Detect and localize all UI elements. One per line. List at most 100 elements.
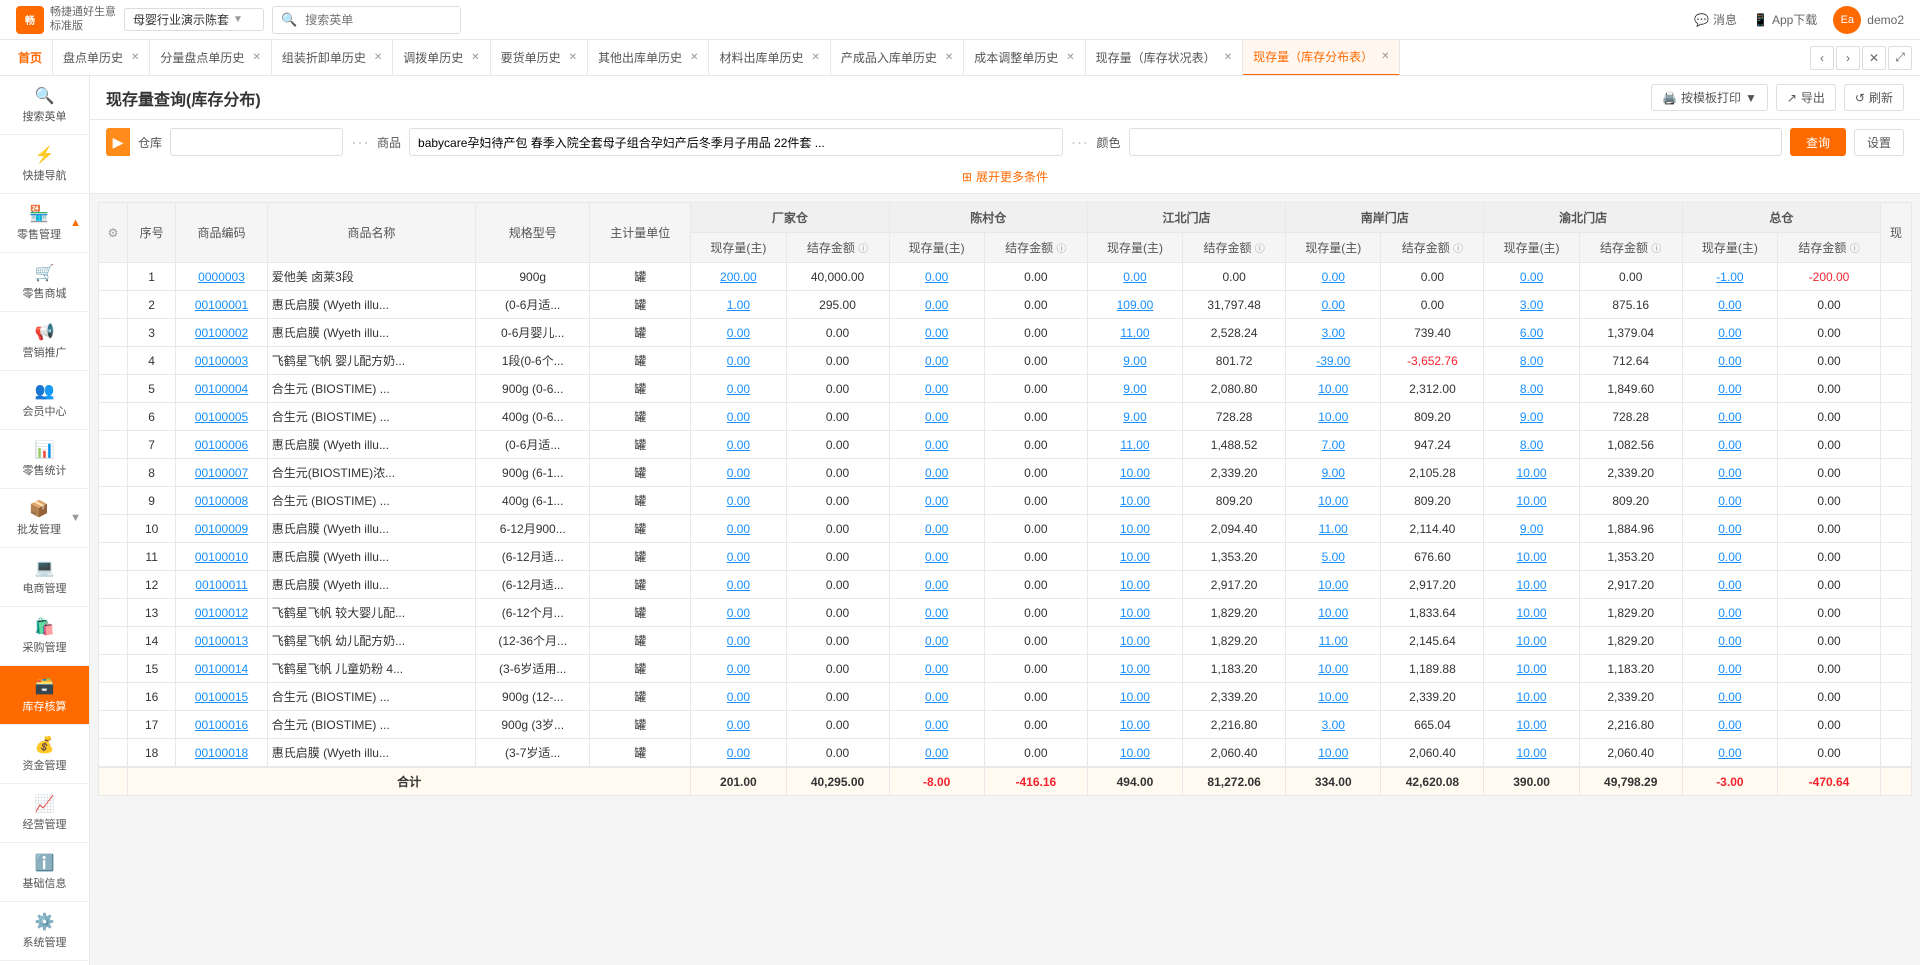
sidebar-item-basic-info[interactable]: ℹ️ 基础信息 — [0, 843, 89, 902]
nav-next-arrow[interactable]: › — [1836, 46, 1860, 70]
ops-icon: 📈 — [4, 794, 85, 814]
gear-icon[interactable]: ⚙ — [108, 226, 119, 240]
export-button[interactable]: ↗ 导出 — [1776, 84, 1836, 111]
refresh-icon: ↺ — [1855, 91, 1865, 105]
close-icon[interactable]: ✕ — [945, 52, 953, 63]
row-total-amt: 0.00 — [1777, 571, 1880, 599]
print-button[interactable]: 🖨️ 按模板打印 ▼ — [1651, 84, 1768, 111]
collapse-button[interactable]: ▶ — [106, 128, 130, 156]
industry-selector[interactable]: 母婴行业演示陈套 ▼ — [124, 8, 264, 31]
nav-close-arrow[interactable]: ✕ — [1862, 46, 1886, 70]
row-unit: 罐 — [590, 319, 691, 347]
tab-现存量库存分布表[interactable]: 现存量（库存分布表） ✕ — [1243, 40, 1400, 76]
row-na-amt: 2,339.20 — [1381, 683, 1484, 711]
sidebar-item-inventory[interactable]: 🗃️ 库存核算 — [0, 666, 89, 725]
tab-组装折卸单历史[interactable]: 组装折卸单历史 ✕ — [272, 40, 393, 76]
row-yb-qty: 6.00 — [1484, 319, 1579, 347]
query-button[interactable]: 查询 — [1790, 128, 1846, 156]
info-icon[interactable]: ⓘ — [1057, 244, 1067, 255]
info-icon[interactable]: ⓘ — [1850, 244, 1860, 255]
sidebar-item-system[interactable]: ⚙️ 系统管理 — [0, 902, 89, 961]
row-spec: (6-12月适... — [476, 571, 590, 599]
row-no: 13 — [127, 599, 175, 627]
sidebar-item-wholesale[interactable]: 📦 批发管理 ▼ — [0, 489, 89, 548]
app-download-icon: 📱 — [1753, 13, 1768, 27]
sidebar-item-ecommerce[interactable]: 💻 电商管理 — [0, 548, 89, 607]
close-icon[interactable]: ✕ — [569, 52, 577, 63]
refresh-button[interactable]: ↺ 刷新 — [1844, 84, 1904, 111]
row-spec: (0-6月适... — [476, 291, 590, 319]
tab-要货单历史[interactable]: 要货单历史 ✕ — [491, 40, 588, 76]
col-gear[interactable]: ⚙ — [99, 203, 128, 263]
row-total-amt: 0.00 — [1777, 459, 1880, 487]
close-icon[interactable]: ✕ — [1381, 51, 1389, 62]
sidebar-item-retail[interactable]: 🏪 零售管理 ▲ — [0, 194, 89, 253]
sidebar-item-mall[interactable]: 🛒 零售商城 — [0, 253, 89, 312]
sidebar-item-search[interactable]: 🔍 搜索英单 — [0, 76, 89, 135]
row-name: 飞鹤星飞帆 儿童奶粉 4... — [267, 655, 476, 683]
goods-input[interactable] — [409, 128, 1062, 156]
row-jb-qty: 10.00 — [1087, 459, 1182, 487]
close-icon[interactable]: ✕ — [1224, 52, 1232, 63]
sidebar-item-ops[interactable]: 📈 经营管理 — [0, 784, 89, 843]
row-no: 12 — [127, 571, 175, 599]
sidebar-item-purchase[interactable]: 🛍️ 采购管理 — [0, 607, 89, 666]
row-current — [1881, 739, 1912, 768]
col-total-amt: 结存金额 ⓘ — [1777, 233, 1880, 263]
sidebar-item-marketing[interactable]: 📢 营销推广 — [0, 312, 89, 371]
sidebar-item-collab[interactable]: 🤝 企业协同 — [0, 961, 89, 965]
message-link[interactable]: 💬 消息 — [1694, 11, 1737, 28]
tab-现存量库存状况表[interactable]: 现存量（库存状况表） ✕ — [1086, 40, 1243, 76]
warehouse-input[interactable] — [170, 128, 343, 156]
row-code: 00100010 — [176, 543, 267, 571]
info-icon[interactable]: ⓘ — [1255, 244, 1265, 255]
sidebar-item-member[interactable]: 👥 会员中心 — [0, 371, 89, 430]
row-no: 10 — [127, 515, 175, 543]
footer-fc-amt: 40,295.00 — [786, 767, 889, 796]
row-name: 爱他美 卤莱3段 — [267, 263, 476, 291]
row-name: 惠氏启膜 (Wyeth illu... — [267, 319, 476, 347]
info-icon[interactable]: ⓘ — [1453, 244, 1463, 255]
expand-conditions[interactable]: ⊞ 展开更多条件 — [106, 164, 1904, 185]
info-icon[interactable]: ⓘ — [858, 244, 868, 255]
color-input[interactable] — [1129, 128, 1782, 156]
close-icon[interactable]: ✕ — [252, 52, 260, 63]
tab-调拨单历史[interactable]: 调拨单历史 ✕ — [393, 40, 490, 76]
user-profile[interactable]: Ea demo2 — [1833, 6, 1904, 34]
close-icon[interactable]: ✕ — [811, 52, 819, 63]
close-icon[interactable]: ✕ — [131, 52, 139, 63]
logo-icon: 畅 — [16, 6, 44, 34]
nav-prev-arrow[interactable]: ‹ — [1810, 46, 1834, 70]
tab-材料出库单历史[interactable]: 材料出库单历史 ✕ — [709, 40, 830, 76]
close-icon[interactable]: ✕ — [471, 52, 479, 63]
tab-盘点单历史[interactable]: 盘点单历史 ✕ — [53, 40, 150, 76]
table-container[interactable]: ⚙ 序号 商品编码 商品名称 规格型号 主计量单位 厂家仓 陈村仓 江北门店 南… — [90, 194, 1920, 965]
row-total-amt: 0.00 — [1777, 543, 1880, 571]
row-name: 合生元(BIOSTIME)浓... — [267, 459, 476, 487]
search-bar: 🔍 — [272, 6, 461, 34]
setting-button[interactable]: 设置 — [1854, 129, 1904, 156]
sidebar-item-retail-stats[interactable]: 📊 零售统计 — [0, 430, 89, 489]
row-fc-qty: 1.00 — [691, 291, 786, 319]
nav-expand-arrow[interactable]: ⤢ — [1888, 46, 1912, 70]
tab-分量盘点单历史[interactable]: 分量盘点单历史 ✕ — [150, 40, 271, 76]
search-input[interactable] — [305, 7, 460, 33]
tab-成本调整单历史[interactable]: 成本调整单历史 ✕ — [964, 40, 1085, 76]
row-no: 15 — [127, 655, 175, 683]
row-fc-qty: 0.00 — [691, 319, 786, 347]
tab-home[interactable]: 首页 — [8, 40, 53, 76]
tab-产成品入库单历史[interactable]: 产成品入库单历史 ✕ — [831, 40, 964, 76]
close-icon[interactable]: ✕ — [1066, 52, 1074, 63]
info-icon[interactable]: ⓘ — [1651, 244, 1661, 255]
app-download-link[interactable]: 📱 App下载 — [1753, 11, 1817, 28]
row-total-amt: 0.00 — [1777, 515, 1880, 543]
col-group-factory: 厂家仓 — [691, 203, 889, 233]
close-icon[interactable]: ✕ — [374, 52, 382, 63]
row-spec: 900g (6-1... — [476, 459, 590, 487]
close-icon[interactable]: ✕ — [690, 52, 698, 63]
table-row: 12 00100011 惠氏启膜 (Wyeth illu... (6-12月适.… — [99, 571, 1912, 599]
sidebar-item-quicknav[interactable]: ⚡ 快捷导航 — [0, 135, 89, 194]
tab-其他出库单历史[interactable]: 其他出库单历史 ✕ — [588, 40, 709, 76]
sidebar-item-finance[interactable]: 💰 资金管理 — [0, 725, 89, 784]
row-spec: 900g (0-6... — [476, 375, 590, 403]
